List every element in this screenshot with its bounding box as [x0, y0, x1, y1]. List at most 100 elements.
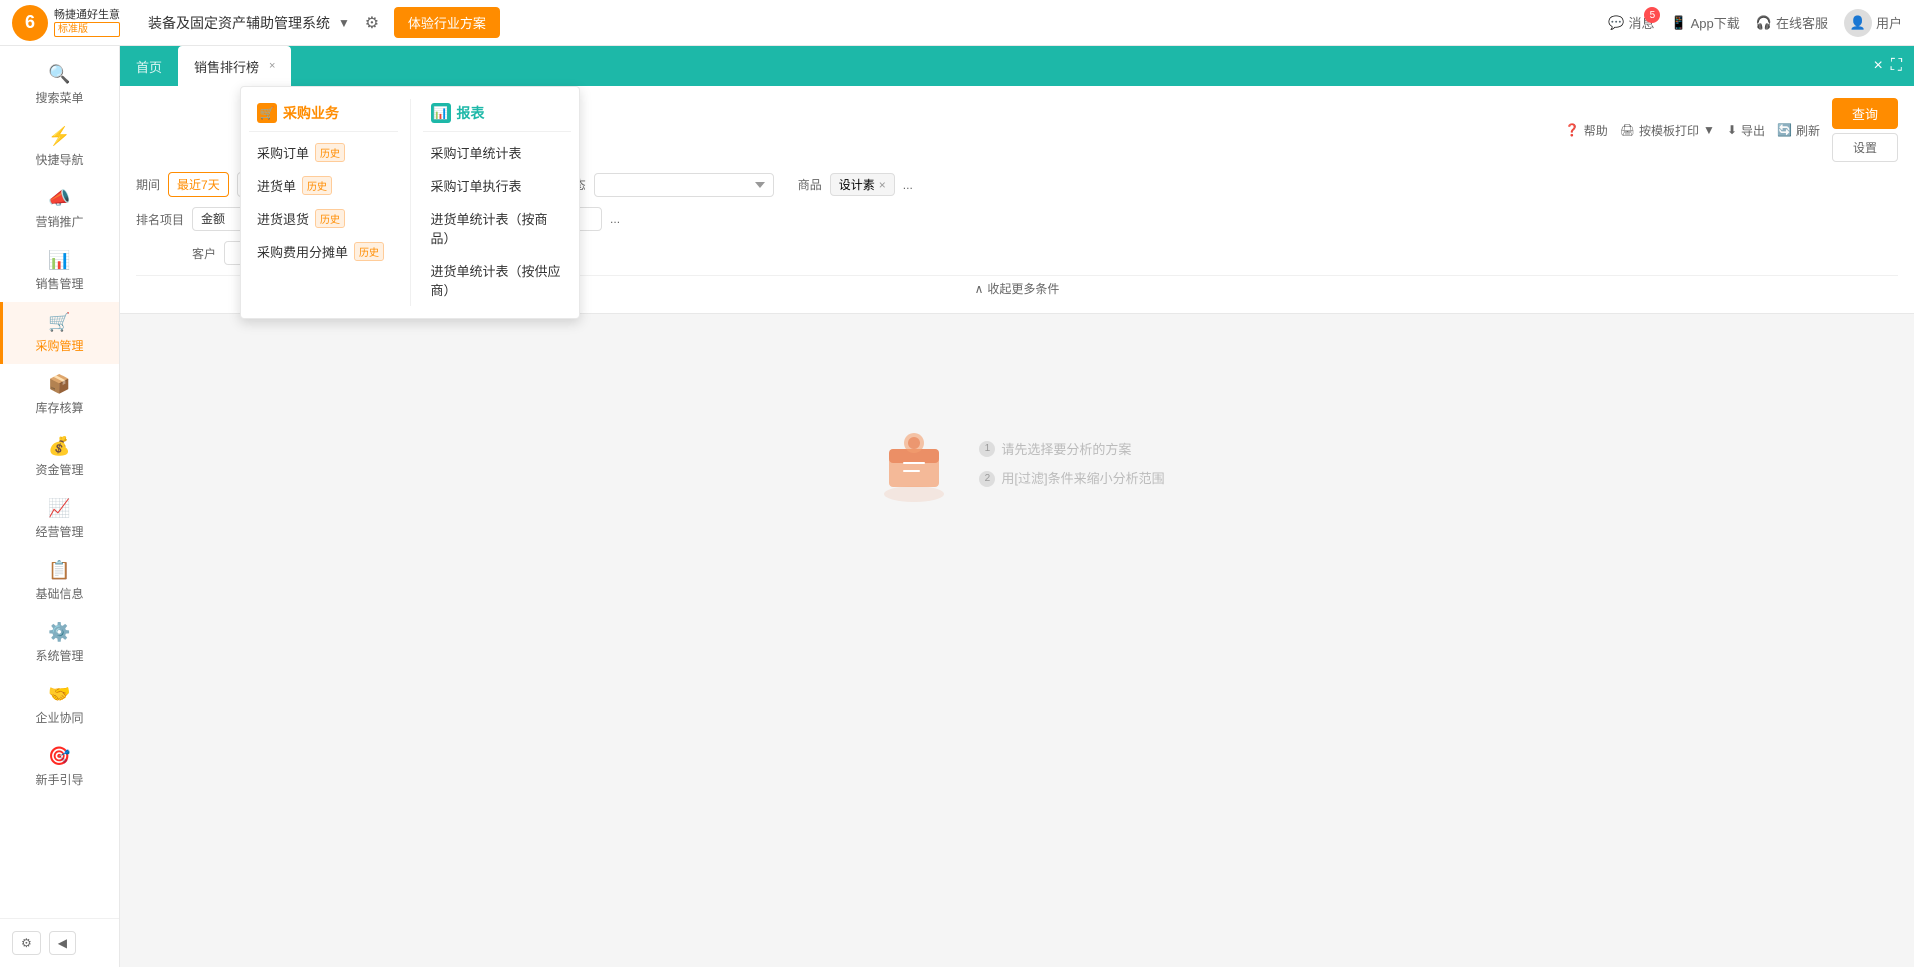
industry-btn[interactable]: 体验行业方案 [394, 7, 500, 38]
tab-home[interactable]: 首页 [120, 46, 178, 86]
app-download-btn[interactable]: 📱 App下载 [1670, 13, 1739, 32]
dropdown-col-title-report: 📊 报表 [423, 99, 572, 132]
tab-close-btn[interactable]: × [269, 60, 275, 72]
export-btn[interactable]: ⬇ 导出 [1727, 122, 1765, 139]
header-settings-btn[interactable]: ⚙ [358, 9, 386, 37]
empty-illustration [869, 419, 959, 509]
sidebar-item-guide[interactable]: 🎯 新手引导 [0, 736, 119, 798]
sidebar-item-inventory[interactable]: 📦 库存核算 [0, 364, 119, 426]
sidebar-item-basicinfo[interactable]: 📋 基础信息 [0, 550, 119, 612]
print-btn[interactable]: 🖨 按模板打印 ▼ [1620, 122, 1715, 139]
period-label: 期间 [136, 176, 160, 193]
tab-fullscreen-btn[interactable]: ⛶ [1891, 57, 1902, 75]
avatar: 👤 [1844, 9, 1872, 37]
purchase-menu-icon: 🛒 [257, 103, 277, 123]
tab-bar: 首页 销售排行榜 × 🛒 采购业务 采购订单 历史 [120, 46, 1914, 86]
sidebar-bottom: ⚙ ◀ [0, 918, 119, 967]
header-right: 💬 消息 5 📱 App下载 🎧 在线客服 👤 用户 [1608, 9, 1902, 37]
collapse-icon: ∧ [975, 282, 984, 296]
purchase-icon: 🛒 [48, 312, 70, 333]
system-name: 装备及固定资产辅助管理系统 [148, 13, 330, 33]
rank-label: 排名项目 [136, 211, 184, 228]
dropdown-item-inbound[interactable]: 进货单 历史 [249, 169, 398, 202]
report-menu-icon: 📊 [431, 103, 451, 123]
main-layout: 🔍 搜索菜单 ⚡ 快捷导航 📣 营销推广 📊 销售管理 🛒 采购管理 📦 库存核… [0, 46, 1914, 967]
tab-close-all-btn[interactable]: × [1873, 57, 1882, 75]
single-status-select[interactable] [594, 173, 774, 197]
goods-tag: 设计素 × [830, 173, 895, 196]
operations-icon: 📈 [48, 498, 70, 519]
logo-title: 畅捷通好生意 [54, 8, 120, 22]
enterprise-icon: 🤝 [48, 684, 70, 705]
content-area: 首页 销售排行榜 × 🛒 采购业务 采购订单 历史 [120, 46, 1914, 967]
print-dropdown-icon: ▼ [1703, 123, 1715, 137]
sidebar-item-operations[interactable]: 📈 经营管理 [0, 488, 119, 550]
hist-badge-1: 历史 [315, 143, 345, 162]
dropdown-col-purchase: 🛒 采购业务 采购订单 历史 进货单 历史 进货退货 历史 [241, 99, 406, 306]
dropdown-item-inbound-stats-supplier[interactable]: 进货单统计表（按供应商） [423, 254, 572, 306]
user-btn[interactable]: 👤 用户 [1844, 9, 1902, 37]
print-icon: 🖨 [1620, 123, 1635, 137]
basicinfo-icon: 📋 [48, 560, 70, 581]
sales-icon: 📊 [48, 250, 70, 271]
header-nav: 装备及固定资产辅助管理系统 ▼ ⚙ 体验行业方案 [132, 7, 1608, 38]
message-badge: 5 [1644, 7, 1660, 23]
sidebar-item-search[interactable]: 🔍 搜索菜单 [0, 54, 119, 116]
empty-hint-2: 2 用[过滤]条件来缩小分析范围 [979, 467, 1164, 490]
quick-nav-icon: ⚡ [48, 126, 70, 147]
step-1: 1 [979, 441, 995, 457]
hist-badge-3: 历史 [315, 209, 345, 228]
sidebar-item-system[interactable]: ⚙️ 系统管理 [0, 612, 119, 674]
system-icon: ⚙️ [48, 622, 70, 643]
goods-more-btn[interactable]: ... [903, 178, 913, 192]
logo-version: 标准版 [54, 22, 120, 37]
tab-bar-right: × ⛶ [1873, 57, 1914, 75]
sidebar-settings-btn[interactable]: ⚙ [12, 931, 41, 955]
sidebar-item-finance[interactable]: 💰 资金管理 [0, 426, 119, 488]
dropdown-col-report: 📊 报表 采购订单统计表 采购订单执行表 进货单统计表（按商品） 进货单统计表（… [415, 99, 580, 306]
guide-icon: 🎯 [48, 746, 70, 767]
customer-label: 客户 [192, 245, 216, 262]
sidebar-item-sales[interactable]: 📊 销售管理 [0, 240, 119, 302]
dropdown-item-order-exec[interactable]: 采购订单执行表 [423, 169, 572, 202]
goods-label: 商品 [798, 176, 822, 193]
salesperson-more-btn[interactable]: ... [610, 212, 620, 226]
logo-icon: 6 [12, 5, 48, 41]
marketing-icon: 📣 [48, 188, 70, 209]
inventory-icon: 📦 [48, 374, 70, 395]
sidebar-collapse-btn[interactable]: ◀ [49, 931, 76, 955]
hist-badge-4: 历史 [354, 242, 384, 261]
tab-sales-ranking[interactable]: 销售排行榜 × [178, 46, 291, 86]
dropdown-divider [410, 99, 411, 306]
logo-area: 6 畅捷通好生意 标准版 [12, 5, 132, 41]
dropdown-menu: 🛒 采购业务 采购订单 历史 进货单 历史 进货退货 历史 [240, 86, 580, 319]
empty-hint-1: 1 请先选择要分析的方案 [979, 438, 1164, 461]
sidebar-item-purchase[interactable]: 🛒 采购管理 [0, 302, 119, 364]
query-btn[interactable]: 查询 [1832, 98, 1898, 129]
sidebar: 🔍 搜索菜单 ⚡ 快捷导航 📣 营销推广 📊 销售管理 🛒 采购管理 📦 库存核… [0, 46, 120, 967]
refresh-btn[interactable]: 🔄 刷新 [1777, 122, 1820, 139]
dropdown-col-title-purchase: 🛒 采购业务 [249, 99, 398, 132]
period-7days-btn[interactable]: 最近7天 [168, 172, 229, 197]
sidebar-item-quicknav[interactable]: ⚡ 快捷导航 [0, 116, 119, 178]
sidebar-item-marketing[interactable]: 📣 营销推广 [0, 178, 119, 240]
dropdown-item-purchase-order[interactable]: 采购订单 历史 [249, 136, 398, 169]
headset-icon: 🎧 [1756, 15, 1772, 31]
filter-goods: 商品 设计素 × ... [798, 173, 913, 196]
online-service-btn[interactable]: 🎧 在线客服 [1756, 13, 1828, 32]
help-btn[interactable]: ❓ 帮助 [1565, 122, 1608, 139]
logo-text: 畅捷通好生意 标准版 [54, 8, 120, 37]
dropdown-item-order-stats[interactable]: 采购订单统计表 [423, 136, 572, 169]
dropdown-item-fee-split[interactable]: 采购费用分摊单 历史 [249, 235, 398, 268]
system-dropdown-btn[interactable]: ▼ [338, 16, 350, 30]
settings-btn[interactable]: 设置 [1832, 133, 1898, 162]
message-icon: 💬 [1608, 15, 1624, 31]
sidebar-item-enterprise[interactable]: 🤝 企业协同 [0, 674, 119, 736]
help-icon: ❓ [1565, 123, 1580, 137]
message-btn[interactable]: 💬 消息 5 [1608, 13, 1654, 32]
dropdown-item-return[interactable]: 进货退货 历史 [249, 202, 398, 235]
goods-tag-close[interactable]: × [879, 178, 886, 192]
dropdown-item-inbound-stats-goods[interactable]: 进货单统计表（按商品） [423, 202, 572, 254]
search-icon: 🔍 [48, 64, 70, 85]
export-icon: ⬇ [1727, 123, 1737, 137]
